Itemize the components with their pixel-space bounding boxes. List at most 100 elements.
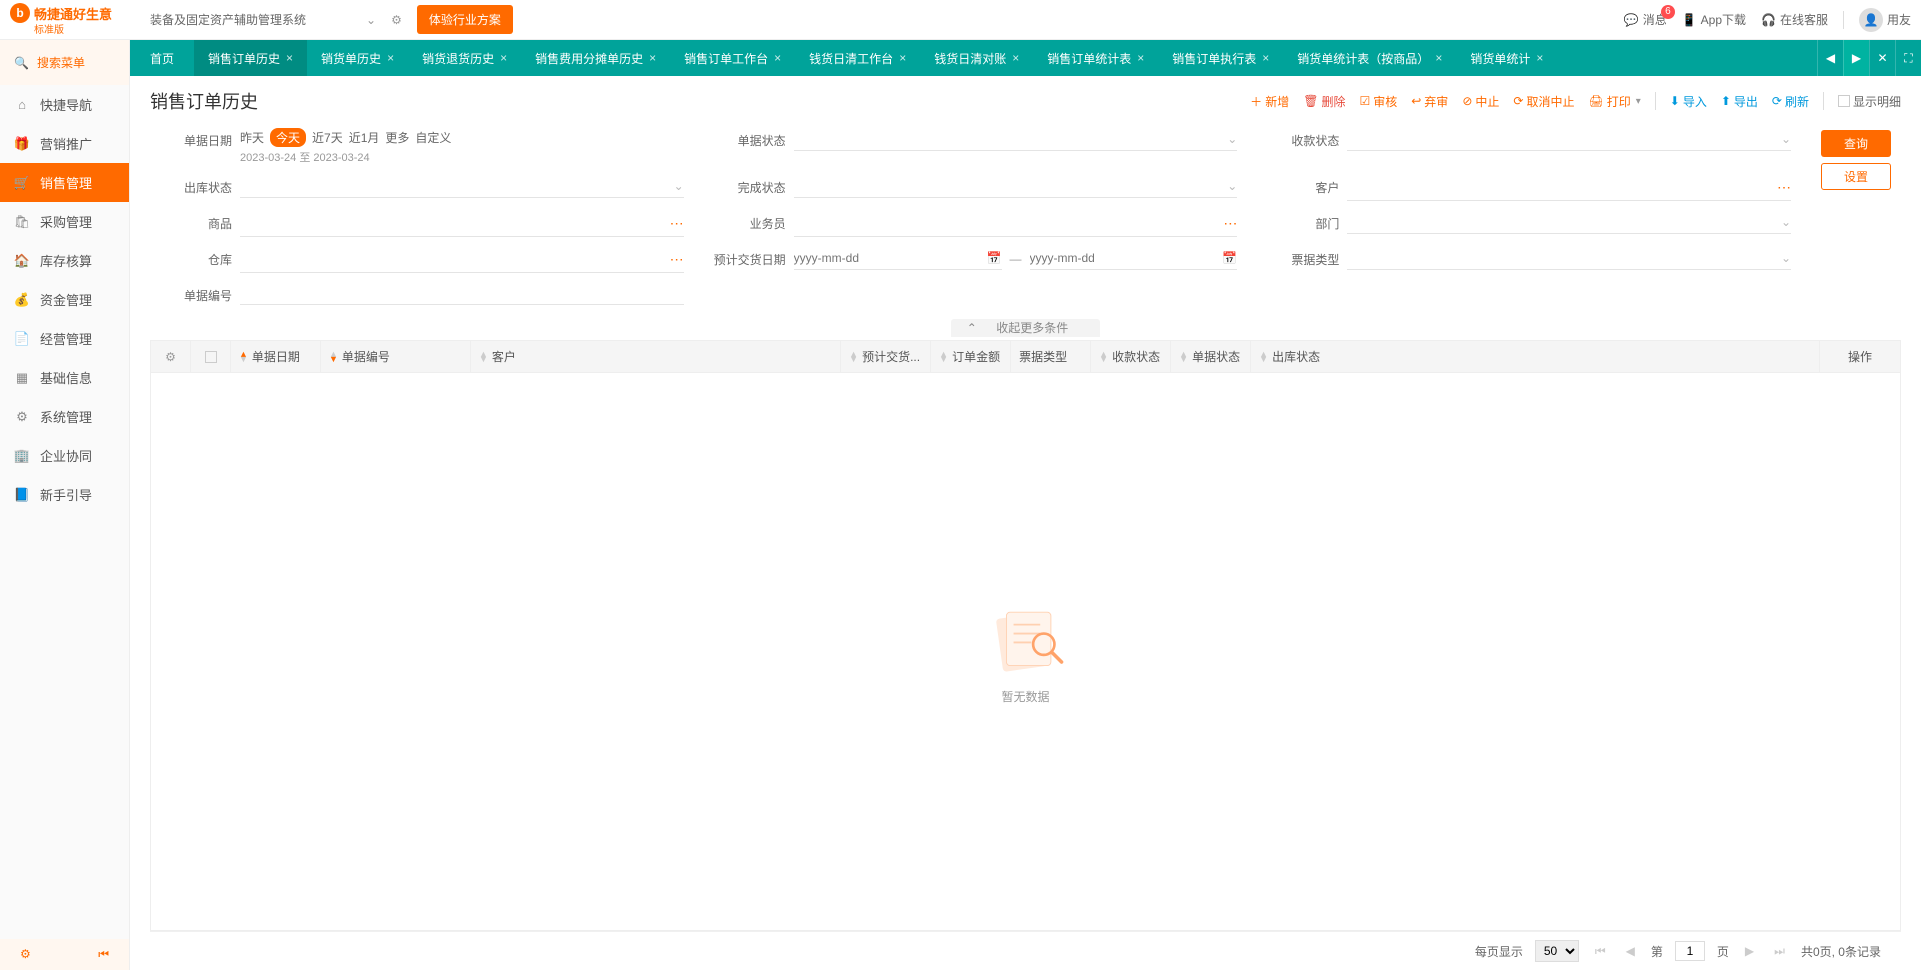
collapse-filter-button[interactable]: ⌃ 收起更多条件 (160, 315, 1891, 340)
settings-icon[interactable]: ⚙ (20, 947, 31, 962)
product-picker[interactable]: ⋯ (240, 211, 684, 237)
tab-0[interactable]: 销售订单历史× (194, 40, 307, 76)
tab-7[interactable]: 销售订单统计表× (1033, 40, 1158, 76)
next-page-button[interactable]: ▶ (1741, 944, 1758, 958)
tab-3[interactable]: 销售费用分摊单历史× (521, 40, 670, 76)
search-menu[interactable]: 🔍 搜索菜单 (0, 48, 129, 77)
invoice-type-select[interactable]: ⌄ (1347, 247, 1791, 270)
col-pay-status[interactable]: ▲▼收款状态 (1091, 341, 1171, 372)
first-page-button[interactable]: ⏮ (1591, 944, 1610, 959)
date-opt-2[interactable]: 近7天 (312, 129, 343, 146)
close-icon[interactable]: × (500, 51, 507, 65)
close-icon[interactable]: × (1262, 51, 1269, 65)
tab-home[interactable]: 首页 (130, 40, 194, 76)
refresh-button[interactable]: ⟳刷新 (1772, 93, 1809, 110)
sidebar-item-7[interactable]: ▦基础信息 (0, 358, 129, 397)
sidebar-item-2[interactable]: 🛒销售管理 (0, 163, 129, 202)
sidebar-item-1[interactable]: 🎁营销推广 (0, 124, 129, 163)
show-detail-toggle[interactable]: 显示明细 (1838, 93, 1901, 110)
tab-9[interactable]: 销货单统计表（按商品）× (1283, 40, 1456, 76)
import-button[interactable]: ⬇导入 (1670, 93, 1707, 110)
close-icon[interactable]: × (1012, 51, 1019, 65)
logo[interactable]: b 畅捷通好生意 标准版 (10, 3, 130, 36)
delivery-date-from-input[interactable] (794, 251, 987, 265)
delete-button[interactable]: 🗑删除 (1303, 93, 1345, 110)
print-button[interactable]: 🖨打印▾ (1588, 93, 1640, 110)
tab-5[interactable]: 钱货日清工作台× (795, 40, 920, 76)
date-opt-3[interactable]: 近1月 (349, 129, 380, 146)
close-icon[interactable]: × (1137, 51, 1144, 65)
add-button[interactable]: ＋新增 (1250, 93, 1289, 110)
sidebar-item-6[interactable]: 📄经营管理 (0, 319, 129, 358)
delivery-date-to[interactable]: 📅 (1030, 247, 1238, 270)
sidebar-item-10[interactable]: 📘新手引导 (0, 475, 129, 514)
page-number-input[interactable] (1675, 941, 1705, 961)
date-opt-0[interactable]: 昨天 (240, 129, 264, 146)
sidebar-item-0[interactable]: ⌂快捷导航 (0, 85, 129, 124)
sidebar-item-9[interactable]: 🏢企业协同 (0, 436, 129, 475)
audit-button[interactable]: ☑审核 (1359, 93, 1397, 110)
close-icon[interactable]: × (387, 51, 394, 65)
tab-10[interactable]: 销货单统计× (1456, 40, 1557, 76)
pay-status-select[interactable]: ⌄ (1347, 128, 1791, 151)
table-settings-column[interactable]: ⚙ (151, 341, 191, 372)
col-doc-status[interactable]: ▲▼单据状态 (1171, 341, 1251, 372)
prev-page-button[interactable]: ◀ (1622, 944, 1639, 958)
close-icon[interactable]: × (1536, 51, 1543, 65)
col-delivery[interactable]: ▲▼预计交货... (841, 341, 931, 372)
salesman-picker[interactable]: ⋯ (794, 211, 1238, 237)
tab-fullscreen[interactable]: ⛶ (1895, 40, 1921, 76)
date-opt-1[interactable]: 今天 (270, 128, 306, 147)
doc-no-input[interactable] (240, 283, 684, 305)
date-opt-4[interactable]: 更多 (385, 129, 409, 146)
close-icon[interactable]: × (1435, 51, 1442, 65)
messages-button[interactable]: 💬 消息 6 (1624, 11, 1667, 28)
out-status-select[interactable]: ⌄ (240, 175, 684, 198)
sidebar-item-8[interactable]: ⚙系统管理 (0, 397, 129, 436)
date-opt-5[interactable]: 自定义 (415, 129, 451, 146)
close-icon[interactable]: × (649, 51, 656, 65)
abandon-button[interactable]: ↩弃审 (1411, 93, 1448, 110)
finish-status-select[interactable]: ⌄ (794, 175, 1238, 198)
system-selector[interactable]: 装备及固定资产辅助管理系统 ⌄ (150, 11, 376, 28)
select-all-column[interactable] (191, 341, 231, 372)
sidebar-item-5[interactable]: 💰资金管理 (0, 280, 129, 319)
filter-settings-button[interactable]: 设置 (1821, 163, 1891, 190)
gear-icon[interactable]: ⚙ (391, 13, 402, 27)
customer-picker[interactable]: ⋯ (1347, 175, 1791, 201)
export-button[interactable]: ⬆导出 (1721, 93, 1758, 110)
online-service-button[interactable]: 🎧 在线客服 (1761, 11, 1828, 28)
tab-scroll-left[interactable]: ◀ (1817, 40, 1843, 76)
unstop-button[interactable]: ⟳取消中止 (1513, 93, 1574, 110)
col-customer[interactable]: ▲▼客户 (471, 341, 841, 372)
last-page-button[interactable]: ⏭ (1770, 944, 1789, 959)
tab-2[interactable]: 销货退货历史× (408, 40, 521, 76)
query-button[interactable]: 查询 (1821, 130, 1891, 157)
col-doc-date[interactable]: ▲▼单据日期 (231, 341, 321, 372)
collapse-sidebar-icon[interactable]: ⏮ (98, 947, 109, 962)
tab-1[interactable]: 销货单历史× (307, 40, 408, 76)
delivery-date-from[interactable]: 📅 (794, 247, 1002, 270)
dept-select[interactable]: ⌄ (1347, 211, 1791, 234)
sidebar-item-3[interactable]: 🛍采购管理 (0, 202, 129, 241)
delivery-date-to-input[interactable] (1030, 251, 1223, 265)
close-icon[interactable]: × (899, 51, 906, 65)
close-icon[interactable]: × (774, 51, 781, 65)
app-download-button[interactable]: 📱 App下载 (1682, 11, 1746, 28)
col-invoice-type[interactable]: 票据类型 (1011, 341, 1091, 372)
col-amount[interactable]: ▲▼订单金额 (931, 341, 1011, 372)
warehouse-picker[interactable]: ⋯ (240, 247, 684, 273)
col-doc-no[interactable]: ▲▼单据编号 (321, 341, 471, 372)
tab-8[interactable]: 销售订单执行表× (1158, 40, 1283, 76)
industry-plan-button[interactable]: 体验行业方案 (417, 5, 513, 34)
sidebar-item-4[interactable]: 🏠库存核算 (0, 241, 129, 280)
stop-button[interactable]: ⊘中止 (1462, 93, 1499, 110)
tab-scroll-right[interactable]: ▶ (1843, 40, 1869, 76)
tab-4[interactable]: 销售订单工作台× (670, 40, 795, 76)
user-menu[interactable]: 👤 用友 (1859, 8, 1911, 32)
doc-status-select[interactable]: ⌄ (794, 128, 1238, 151)
tab-close-all[interactable]: ✕ (1869, 40, 1895, 76)
col-out-status[interactable]: ▲▼出库状态 (1251, 341, 1820, 372)
tab-6[interactable]: 钱货日清对账× (920, 40, 1033, 76)
page-size-select[interactable]: 50 (1535, 940, 1579, 962)
